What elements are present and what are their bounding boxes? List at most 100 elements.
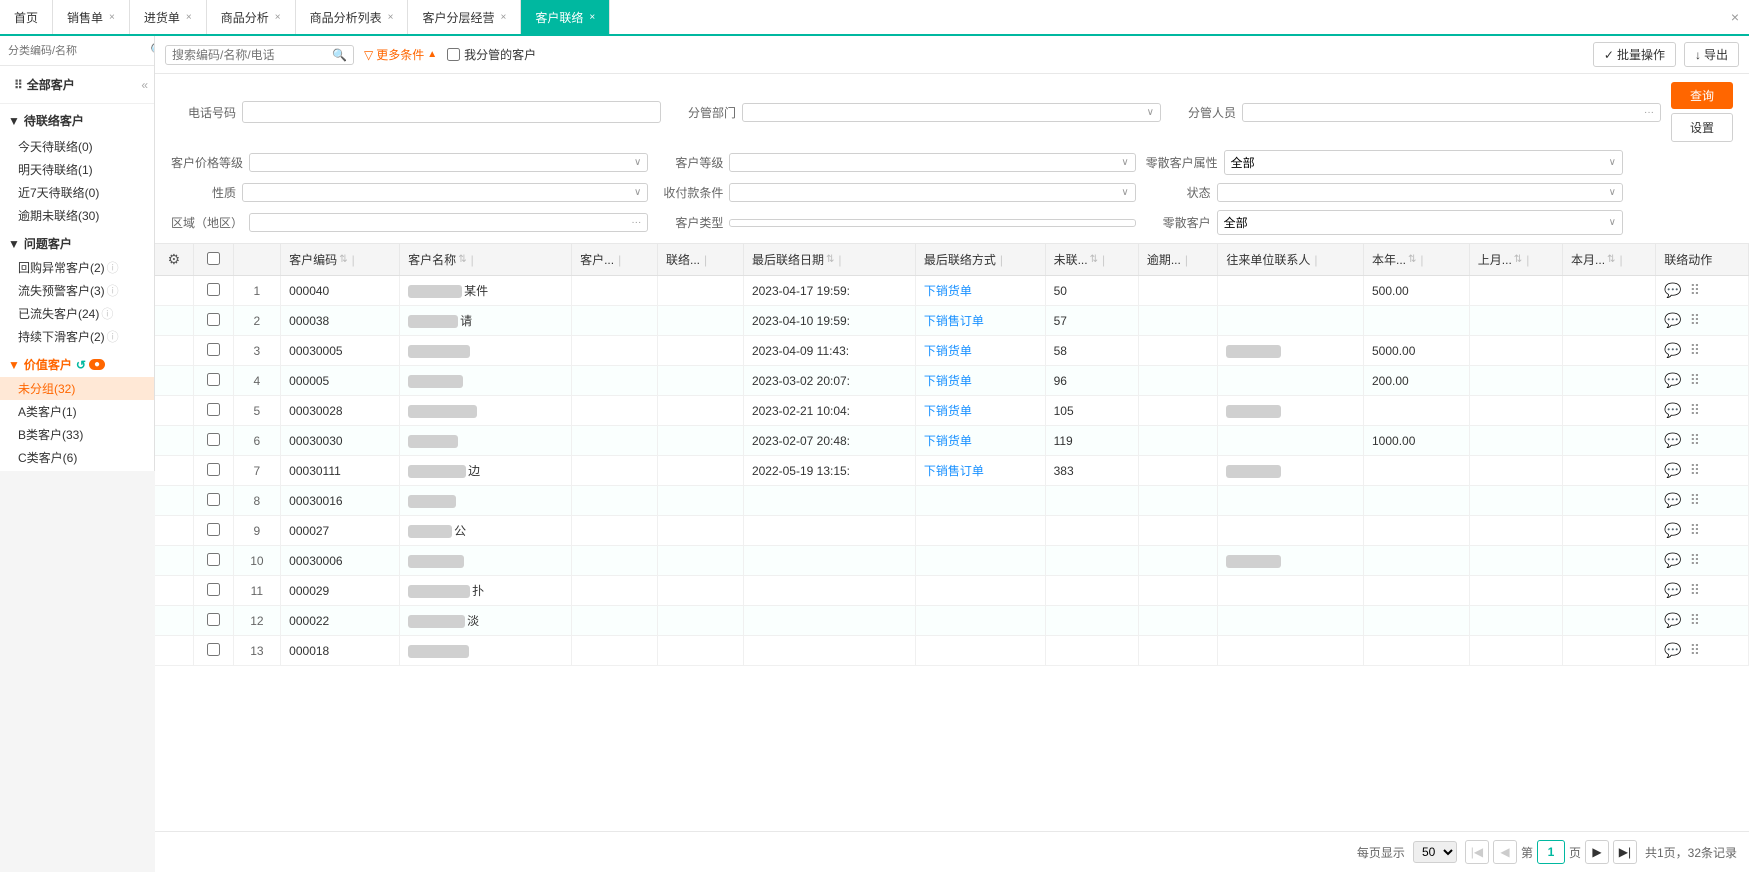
query-btn[interactable]: 查询 xyxy=(1671,82,1733,109)
tab-sales-close[interactable]: × xyxy=(109,12,115,23)
sidebar-class-b[interactable]: B类客户(33) xyxy=(0,423,154,446)
thisyear-sort-icon[interactable]: ⇅ xyxy=(1408,254,1416,265)
action-more-icon[interactable]: ⠿ xyxy=(1690,582,1700,599)
all-customers-item[interactable]: ⠿ 全部客户 xyxy=(6,70,83,99)
row-checkbox[interactable] xyxy=(207,463,220,476)
sidebar-collapse-btn[interactable]: « xyxy=(141,78,148,92)
action-contact-icon[interactable]: 💬 xyxy=(1664,432,1681,449)
row-last-method-link[interactable]: 下销货单 xyxy=(924,284,972,298)
action-more-icon[interactable]: ⠿ xyxy=(1690,642,1700,659)
row-checkbox[interactable] xyxy=(207,613,220,626)
sidebar-loss-warning[interactable]: 流失预警客户(3) ⓘ xyxy=(0,279,154,302)
tab-customer-contact-close[interactable]: × xyxy=(589,12,595,23)
thisyear-resize-handle[interactable]: | xyxy=(1418,253,1425,267)
row-checkbox[interactable] xyxy=(207,493,220,506)
thismonth-sort-icon[interactable]: ⇅ xyxy=(1607,254,1615,265)
sidebar-overdue-pending[interactable]: 逾期未联络(30) xyxy=(0,204,154,227)
date-resize-handle[interactable]: | xyxy=(836,253,843,267)
page-size-select[interactable]: 50 xyxy=(1413,841,1457,863)
action-contact-icon[interactable]: 💬 xyxy=(1664,582,1681,599)
action-more-icon[interactable]: ⠿ xyxy=(1690,462,1700,479)
action-contact-icon[interactable]: 💬 xyxy=(1664,462,1681,479)
tab-customer-tier-close[interactable]: × xyxy=(500,12,506,23)
sidebar-repurchase-abnormal[interactable]: 回购异常客户(2) ⓘ xyxy=(0,256,154,279)
action-more-icon[interactable]: ⠿ xyxy=(1690,282,1700,299)
tab-purchase[interactable]: 进货单 × xyxy=(130,0,207,34)
last-page-btn[interactable]: ▶| xyxy=(1613,840,1637,864)
row-checkbox[interactable] xyxy=(207,553,220,566)
region-select[interactable]: ··· xyxy=(249,213,648,232)
action-more-icon[interactable]: ⠿ xyxy=(1690,372,1700,389)
tab-customer-contact[interactable]: 客户联络 × xyxy=(521,0,610,34)
action-contact-icon[interactable]: 💬 xyxy=(1664,612,1681,629)
row-last-method-link[interactable]: 下销货单 xyxy=(924,374,972,388)
my-customers-checkbox[interactable] xyxy=(447,48,460,61)
code-resize-handle[interactable]: | xyxy=(350,253,357,267)
row-last-method-link[interactable]: 下销货单 xyxy=(924,434,972,448)
value-refresh-icon[interactable]: ↺ xyxy=(76,358,86,372)
sidebar-class-c[interactable]: C类客户(6) xyxy=(0,446,154,469)
batch-operations-btn[interactable]: ✓ 批量操作 xyxy=(1593,42,1676,67)
row-last-method-link[interactable]: 下销售订单 xyxy=(924,464,984,478)
action-contact-icon[interactable]: 💬 xyxy=(1664,552,1681,569)
action-contact-icon[interactable]: 💬 xyxy=(1664,312,1681,329)
filter-search-icon[interactable]: 🔍 xyxy=(332,48,347,62)
thismonth-resize-handle[interactable]: | xyxy=(1617,253,1624,267)
tab-customer-tier[interactable]: 客户分层经营 × xyxy=(408,0,521,34)
action-more-icon[interactable]: ⠿ xyxy=(1690,312,1700,329)
sidebar-search-icon[interactable]: 🔍 xyxy=(150,42,155,59)
person-select[interactable]: ··· xyxy=(1242,103,1661,122)
action-contact-icon[interactable]: 💬 xyxy=(1664,342,1681,359)
tab-product-analysis-list-close[interactable]: × xyxy=(388,12,394,23)
tab-product-analysis-list[interactable]: 商品分析列表 × xyxy=(296,0,409,34)
type-resize-handle[interactable]: | xyxy=(616,253,623,267)
row-checkbox[interactable] xyxy=(207,643,220,656)
row-checkbox[interactable] xyxy=(207,523,220,536)
action-more-icon[interactable]: ⠿ xyxy=(1690,612,1700,629)
action-contact-icon[interactable]: 💬 xyxy=(1664,522,1681,539)
associate-resize-handle[interactable]: | xyxy=(1312,253,1319,267)
lastmonth-sort-icon[interactable]: ⇅ xyxy=(1514,254,1522,265)
action-contact-icon[interactable]: 💬 xyxy=(1664,372,1681,389)
action-more-icon[interactable]: ⠿ xyxy=(1690,432,1700,449)
date-sort-icon[interactable]: ⇅ xyxy=(826,254,834,265)
pending-contact-header[interactable]: ▼ 待联络客户 xyxy=(0,106,154,135)
action-more-icon[interactable]: ⠿ xyxy=(1690,342,1700,359)
issue-customers-header[interactable]: ▼ 问题客户 xyxy=(0,231,154,256)
contact-resize-handle[interactable]: | xyxy=(702,253,709,267)
action-more-icon[interactable]: ⠿ xyxy=(1690,522,1700,539)
sidebar-search-input[interactable] xyxy=(8,45,150,57)
customer-type-select[interactable] xyxy=(729,219,1135,227)
action-contact-icon[interactable]: 💬 xyxy=(1664,492,1681,509)
price-level-select[interactable]: ∨ xyxy=(249,153,648,172)
retail-attr-select[interactable]: 全部 ∨ xyxy=(1224,150,1623,175)
tab-product-analysis[interactable]: 商品分析 × xyxy=(207,0,296,34)
nocontact-sort-icon[interactable]: ⇅ xyxy=(1090,254,1098,265)
reset-btn[interactable]: 设置 xyxy=(1671,113,1733,142)
retail-customer-select[interactable]: 全部 ∨ xyxy=(1217,210,1623,235)
select-all-checkbox[interactable] xyxy=(207,252,220,265)
row-checkbox[interactable] xyxy=(207,583,220,596)
sidebar-week-pending[interactable]: 近7天待联络(0) xyxy=(0,181,154,204)
action-contact-icon[interactable]: 💬 xyxy=(1664,282,1681,299)
row-checkbox[interactable] xyxy=(207,373,220,386)
tab-purchase-close[interactable]: × xyxy=(186,12,192,23)
row-checkbox[interactable] xyxy=(207,403,220,416)
action-contact-icon[interactable]: 💬 xyxy=(1664,642,1681,659)
action-more-icon[interactable]: ⠿ xyxy=(1690,492,1700,509)
value-customers-header[interactable]: ▼ 价值客户 ↺ ● xyxy=(0,352,154,377)
tab-home[interactable]: 首页 xyxy=(0,0,53,34)
action-more-icon[interactable]: ⠿ xyxy=(1690,402,1700,419)
row-last-method-link[interactable]: 下销货单 xyxy=(924,404,972,418)
action-more-icon[interactable]: ⠿ xyxy=(1690,552,1700,569)
tab-product-analysis-close[interactable]: × xyxy=(275,12,281,23)
dept-select[interactable]: ∨ xyxy=(742,103,1161,122)
method-resize-handle[interactable]: | xyxy=(998,253,1005,267)
overdue-resize-handle[interactable]: | xyxy=(1183,253,1190,267)
tab-sales[interactable]: 销售单 × xyxy=(53,0,130,34)
filter-more-btn[interactable]: ▽ 更多条件 ▲ xyxy=(364,46,437,63)
col-header-gear[interactable]: ⚙ xyxy=(155,244,193,276)
export-btn[interactable]: ↓ 导出 xyxy=(1684,42,1739,67)
sidebar-declining[interactable]: 持续下滑客户(2) ⓘ xyxy=(0,325,154,348)
lastmonth-resize-handle[interactable]: | xyxy=(1524,253,1531,267)
